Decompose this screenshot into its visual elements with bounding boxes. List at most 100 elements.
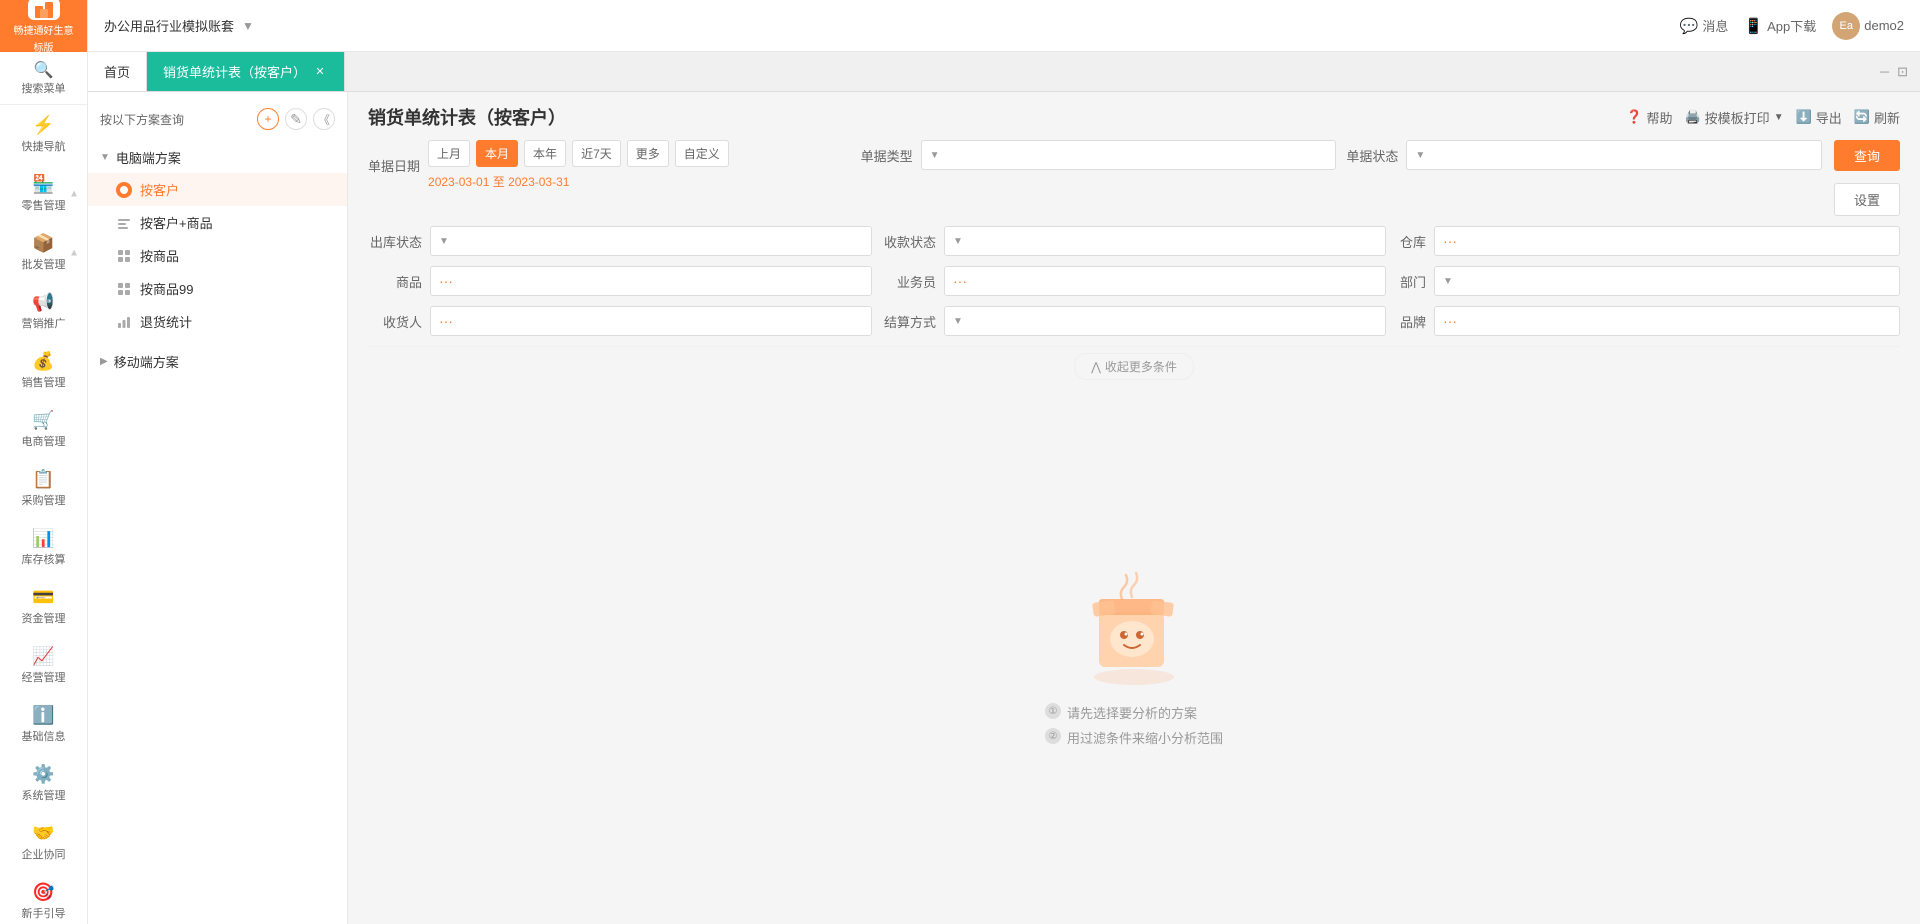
scheme-group-mobile-label: 移动端方案 <box>114 352 179 371</box>
tab-bar: 首页 销货单统计表（按客户） ✕ ─ ⊡ <box>88 52 1920 92</box>
sidebar-item-cooperation[interactable]: 🤝 企业协同 <box>0 813 87 872</box>
sidebar-item-marketing[interactable]: 📢 营销推广 <box>0 282 87 341</box>
sidebar-item-base-info[interactable]: ℹ️ 基础信息 <box>0 695 87 754</box>
sidebar-item-inventory[interactable]: 📊 库存核算 <box>0 518 87 577</box>
scheme-item-by-customer-product[interactable]: 按客户+商品 <box>88 206 347 239</box>
tab-sales-stats-label: 销货单统计表（按客户） <box>163 62 306 81</box>
scheme-panel: 按以下方案查询 + ✎ 《 ▼ 电脑端方案 按客户 <box>88 92 348 924</box>
date-btn-last-month[interactable]: 上月 <box>428 140 470 167</box>
user-menu[interactable]: Ea demo2 <box>1832 12 1904 40</box>
date-btn-7days[interactable]: 近7天 <box>572 140 621 167</box>
warehouse-control[interactable]: ··· <box>1434 226 1900 256</box>
scheme-group-desktop-header[interactable]: ▼ 电脑端方案 <box>88 142 347 173</box>
scheme-panel-header: 按以下方案查询 + ✎ 《 <box>88 100 347 138</box>
scheme-item-icon-by-customer-product <box>116 215 132 231</box>
empty-state-illustration <box>1064 557 1204 687</box>
sidebar-item-ecommerce[interactable]: 🛒 电商管理 <box>0 400 87 459</box>
scheme-panel-title: 按以下方案查询 <box>100 111 184 128</box>
scheme-item-icon-by-product <box>116 248 132 264</box>
out-status-control[interactable]: ▼ <box>430 226 872 256</box>
consignee-label: 收货人 <box>368 312 422 331</box>
help-btn[interactable]: ❓ 帮助 <box>1626 108 1672 127</box>
date-label: 单据日期 <box>368 156 420 175</box>
scheme-item-by-product[interactable]: 按商品 <box>88 239 347 272</box>
scheme-panel-actions: + ✎ 《 <box>257 108 335 130</box>
query-btn[interactable]: 查询 <box>1834 140 1900 171</box>
industry-dropdown-icon[interactable]: ▼ <box>242 19 254 33</box>
salesperson-control[interactable]: ··· <box>944 266 1386 296</box>
sidebar-item-sales[interactable]: 💰 销售管理 <box>0 341 87 400</box>
bill-type-label: 单据类型 <box>861 146 913 165</box>
warehouse-label: 仓库 <box>1396 232 1426 251</box>
sidebar-item-quick-nav[interactable]: ⚡ 快捷导航 <box>0 105 87 164</box>
brand-label: 品牌 <box>1396 312 1426 331</box>
scheme-add-btn[interactable]: + <box>257 108 279 130</box>
product-label: 商品 <box>368 272 422 291</box>
export-btn[interactable]: ⬇️ 导出 <box>1796 108 1842 127</box>
sidebar-item-system[interactable]: ⚙️ 系统管理 <box>0 754 87 813</box>
sidebar-item-newbie[interactable]: 🎯 新手引导 <box>0 872 87 924</box>
date-btn-custom[interactable]: 自定义 <box>675 140 729 167</box>
tab-home[interactable]: 首页 <box>88 52 147 91</box>
settings-btn[interactable]: 设置 <box>1834 183 1900 216</box>
filter-row-2: 出库状态 ▼ 收款状态 ▼ 仓库 ··· <box>368 226 1900 256</box>
action-buttons: 查询 设置 <box>1834 140 1900 216</box>
scheme-item-by-customer[interactable]: 按客户 <box>88 173 347 206</box>
payment-status-label: 收款状态 <box>882 232 936 251</box>
print-template-btn[interactable]: 🖨️ 按模板打印 ▼ <box>1684 108 1783 127</box>
sidebar-item-operations[interactable]: 📈 经营管理 <box>0 636 87 695</box>
scheme-item-refund-stats[interactable]: 退货统计 <box>88 305 347 338</box>
header-right: 💬 消息 📱 App下载 Ea demo2 <box>1680 12 1904 40</box>
sidebar-item-procurement[interactable]: 📋 采购管理 <box>0 459 87 518</box>
scheme-item-icon-refund-stats <box>116 314 132 330</box>
logo-text: 畅捷通好生意 <box>14 22 74 37</box>
date-row: 上月 本月 本年 近7天 更多 自定义 2023-03-01 至 2023-03… <box>428 140 849 190</box>
empty-state: ① 请先选择要分析的方案 ② 用过滤条件来缩小分析范围 <box>348 386 1920 924</box>
filter-area: 单据日期 上月 本月 本年 近7天 更多 自定义 2023-03-01 至 20… <box>348 130 1920 386</box>
page-title: 销货单统计表（按客户） <box>368 104 566 130</box>
scheme-item-by-product-99[interactable]: 按商品99 <box>88 272 347 305</box>
consignee-control[interactable]: ··· <box>430 306 872 336</box>
window-minimize-btn[interactable]: ─ <box>1880 64 1889 79</box>
date-btn-this-year[interactable]: 本年 <box>524 140 566 167</box>
header-left: 办公用品行业模拟账套 ▼ <box>104 16 254 35</box>
sidebar-logo: 畅捷通好生意 标版 <box>0 0 87 52</box>
scheme-collapse-btn[interactable]: 《 <box>313 108 335 130</box>
page-actions: ❓ 帮助 🖨️ 按模板打印 ▼ ⬇️ 导出 🔄 刷新 <box>1626 108 1900 127</box>
tab-home-label: 首页 <box>104 62 130 81</box>
scheme-group-desktop-label: 电脑端方案 <box>116 148 181 167</box>
settlement-control[interactable]: ▼ <box>944 306 1386 336</box>
sidebar-item-wholesale[interactable]: 📦 批发管理 ▲ <box>0 223 87 282</box>
user-avatar: Ea <box>1832 12 1860 40</box>
bill-status-chevron: ▼ <box>1415 150 1425 161</box>
department-control[interactable]: ▼ <box>1434 266 1900 296</box>
scheme-group-mobile: ▶ 移动端方案 <box>88 342 347 381</box>
filter-row-3: 商品 ··· 业务员 ··· 部门 ▼ <box>368 266 1900 296</box>
bill-status-label: 单据状态 <box>1346 146 1398 165</box>
tab-sales-stats[interactable]: 销货单统计表（按客户） ✕ <box>147 52 345 91</box>
sidebar-item-finance[interactable]: 💳 资金管理 <box>0 577 87 636</box>
tab-close-icon[interactable]: ✕ <box>312 64 328 80</box>
message-btn[interactable]: 💬 消息 <box>1680 16 1729 35</box>
bill-status-control[interactable]: ▼ <box>1406 140 1822 170</box>
bill-type-control[interactable]: ▼ <box>921 140 1337 170</box>
right-content: 销货单统计表（按客户） ❓ 帮助 🖨️ 按模板打印 ▼ ⬇️ 导出 <box>348 92 1920 924</box>
brand-control[interactable]: ··· <box>1434 306 1900 336</box>
sidebar-item-retail[interactable]: 🏪 零售管理 ▲ <box>0 164 87 223</box>
scheme-group-mobile-header[interactable]: ▶ 移动端方案 <box>88 346 347 377</box>
page-header: 销货单统计表（按客户） ❓ 帮助 🖨️ 按模板打印 ▼ ⬇️ 导出 <box>348 92 1920 130</box>
scheme-edit-btn[interactable]: ✎ <box>285 108 307 130</box>
empty-hint-2: ② 用过滤条件来缩小分析范围 <box>1045 728 1223 747</box>
product-control[interactable]: ··· <box>430 266 872 296</box>
refresh-btn[interactable]: 🔄 刷新 <box>1854 108 1900 127</box>
department-label: 部门 <box>1396 272 1426 291</box>
payment-status-control[interactable]: ▼ <box>944 226 1386 256</box>
collapse-btn[interactable]: ⋀ 收起更多条件 <box>1074 353 1194 380</box>
scheme-group-desktop: ▼ 电脑端方案 按客户 按客户+商品 <box>88 138 347 342</box>
filter-row-4: 收货人 ··· 结算方式 ▼ 品牌 ··· <box>368 306 1900 336</box>
date-btn-this-month[interactable]: 本月 <box>476 140 518 167</box>
window-maximize-btn[interactable]: ⊡ <box>1897 64 1908 80</box>
date-btn-more[interactable]: 更多 <box>627 140 669 167</box>
sidebar-item-search[interactable]: 🔍 搜索菜单 <box>0 52 87 105</box>
app-download-btn[interactable]: 📱 App下载 <box>1744 16 1816 35</box>
